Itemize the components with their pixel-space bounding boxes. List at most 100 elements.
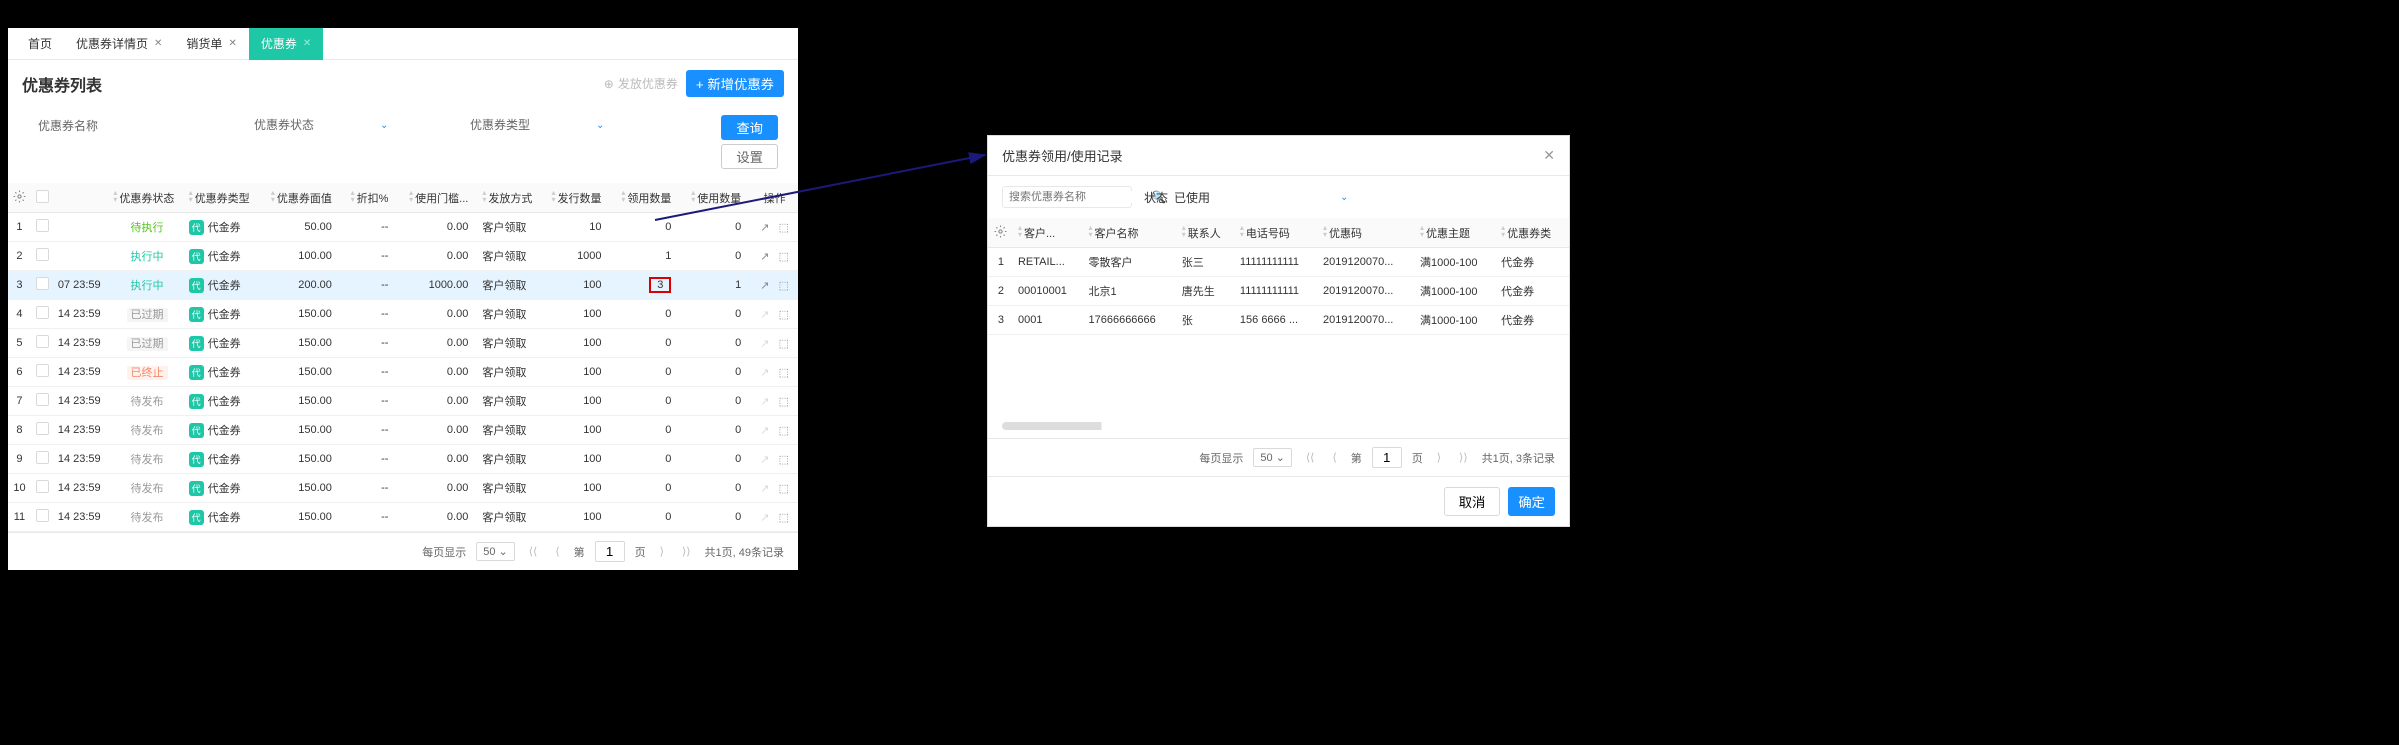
sort-icon[interactable]: ▴▾ — [621, 189, 625, 203]
share-icon[interactable]: ↗ — [760, 425, 769, 437]
share-icon[interactable]: ↗ — [760, 338, 769, 350]
page-prev-button[interactable]: ⟨ — [1328, 451, 1340, 464]
row-checkbox[interactable] — [36, 248, 49, 261]
row-checkbox[interactable] — [36, 335, 49, 348]
qrcode-icon[interactable]: ⬚ — [779, 396, 789, 408]
page-next-button[interactable]: ⟩ — [1433, 451, 1445, 464]
share-icon[interactable]: ↗ — [760, 483, 769, 495]
sort-icon[interactable]: ▴▾ — [1240, 224, 1244, 238]
table-row[interactable]: 1 RETAIL... 零散客户 张三 11111111111 20191200… — [988, 248, 1569, 277]
tab-home[interactable]: 首页 — [16, 28, 64, 60]
close-icon[interactable]: ✕ — [303, 38, 311, 49]
qrcode-icon[interactable]: ⬚ — [779, 309, 789, 321]
filter-name-input[interactable] — [104, 115, 224, 135]
table-row[interactable]: 6 14 23:59 已终止 代代金券 150.00 -- 0.00 客户领取 … — [8, 358, 798, 387]
row-checkbox[interactable] — [36, 393, 49, 406]
sort-icon[interactable]: ▴▾ — [691, 189, 695, 203]
page-last-button[interactable]: ⟩⟩ — [678, 545, 695, 558]
tab-coupon[interactable]: 优惠券✕ — [249, 28, 323, 60]
gear-icon[interactable] — [994, 225, 1007, 238]
page-prev-button[interactable]: ⟨ — [551, 545, 563, 558]
checkbox-all[interactable] — [36, 190, 49, 203]
qrcode-icon[interactable]: ⬚ — [779, 454, 789, 466]
row-checkbox[interactable] — [36, 422, 49, 435]
tab-sales[interactable]: 销货单✕ — [174, 28, 248, 60]
sort-icon[interactable]: ▴▾ — [482, 189, 486, 203]
setting-button[interactable]: 设置 — [721, 144, 778, 169]
row-checkbox[interactable] — [36, 451, 49, 464]
table-row[interactable]: 11 14 23:59 待发布 代代金券 150.00 -- 0.00 客户领取… — [8, 503, 798, 532]
qrcode-icon[interactable]: ⬚ — [779, 280, 789, 292]
row-checkbox[interactable] — [36, 219, 49, 232]
sort-icon[interactable]: ▴▾ — [552, 189, 556, 203]
row-checkbox[interactable] — [36, 364, 49, 377]
status-badge: 待发布 — [131, 425, 164, 437]
page-first-button[interactable]: ⟨⟨ — [525, 545, 542, 558]
row-checkbox[interactable] — [36, 277, 49, 290]
sort-icon[interactable]: ▴▾ — [1088, 224, 1092, 238]
qrcode-icon[interactable]: ⬚ — [779, 338, 789, 350]
share-icon[interactable]: ↗ — [760, 396, 769, 408]
sort-icon[interactable]: ▴▾ — [271, 189, 275, 203]
table-row[interactable]: 5 14 23:59 已过期 代代金券 150.00 -- 0.00 客户领取 … — [8, 329, 798, 358]
issue-coupon-button[interactable]: ⊕ 发放优惠券 — [604, 75, 678, 92]
close-icon[interactable]: ✕ — [154, 38, 162, 49]
share-icon[interactable]: ↗ — [760, 454, 769, 466]
table-row[interactable]: 8 14 23:59 待发布 代代金券 150.00 -- 0.00 客户领取 … — [8, 416, 798, 445]
qrcode-icon[interactable]: ⬚ — [779, 251, 789, 263]
add-coupon-button[interactable]: + 新增优惠券 — [686, 70, 784, 97]
sort-icon[interactable]: ▴▾ — [409, 189, 413, 203]
filter-type-select[interactable]: ⌄ — [536, 115, 656, 133]
search-input[interactable] — [1009, 191, 1151, 203]
status-select[interactable]: 已使用 — [1174, 189, 1274, 206]
close-icon[interactable]: ✕ — [1543, 147, 1555, 164]
qrcode-icon[interactable]: ⬚ — [779, 425, 789, 437]
sort-icon[interactable]: ▴▾ — [1501, 224, 1505, 238]
qrcode-icon[interactable]: ⬚ — [779, 512, 789, 524]
qrcode-icon[interactable]: ⬚ — [779, 483, 789, 495]
table-row[interactable]: 7 14 23:59 待发布 代代金券 150.00 -- 0.00 客户领取 … — [8, 387, 798, 416]
close-icon[interactable]: ✕ — [228, 38, 236, 49]
filter-status-select[interactable]: ⌄ — [320, 115, 440, 133]
sort-icon[interactable]: ▴▾ — [1182, 224, 1186, 238]
page-input[interactable] — [1372, 447, 1402, 468]
table-row[interactable]: 9 14 23:59 待发布 代代金券 150.00 -- 0.00 客户领取 … — [8, 445, 798, 474]
cancel-button[interactable]: 取消 — [1444, 487, 1501, 516]
table-row[interactable]: 3 07 23:59 执行中 代代金券 200.00 -- 1000.00 客户… — [8, 271, 798, 300]
ok-button[interactable]: 确定 — [1508, 487, 1555, 516]
per-page-select[interactable]: 50 ⌄ — [1253, 448, 1292, 467]
share-icon[interactable]: ↗ — [760, 309, 769, 321]
table-row[interactable]: 1 待执行 代代金券 50.00 -- 0.00 客户领取 10 0 0 ↗ ⬚ — [8, 213, 798, 242]
sort-icon[interactable]: ▴▾ — [113, 189, 117, 203]
page-next-button[interactable]: ⟩ — [656, 545, 668, 558]
share-icon[interactable]: ↗ — [760, 222, 769, 234]
share-icon[interactable]: ↗ — [760, 280, 769, 292]
table-row[interactable]: 4 14 23:59 已过期 代代金券 150.00 -- 0.00 客户领取 … — [8, 300, 798, 329]
per-page-select[interactable]: 50 ⌄ — [476, 542, 515, 561]
row-checkbox[interactable] — [36, 306, 49, 319]
table-row[interactable]: 3 0001 17666666666 张 156 6666 ... 201912… — [988, 306, 1569, 335]
gear-icon[interactable] — [13, 190, 26, 203]
table-row[interactable]: 2 00010001 北京1 唐先生 11111111111 201912007… — [988, 277, 1569, 306]
sort-icon[interactable]: ▴▾ — [1018, 224, 1022, 238]
share-icon[interactable]: ↗ — [760, 367, 769, 379]
query-button[interactable]: 查询 — [721, 115, 778, 140]
table-row[interactable]: 10 14 23:59 待发布 代代金券 150.00 -- 0.00 客户领取… — [8, 474, 798, 503]
row-checkbox[interactable] — [36, 480, 49, 493]
sort-icon[interactable]: ▴▾ — [351, 189, 355, 203]
table-row[interactable]: 2 执行中 代代金券 100.00 -- 0.00 客户领取 1000 1 0 … — [8, 242, 798, 271]
sort-icon[interactable]: ▴▾ — [1323, 224, 1327, 238]
sort-icon[interactable]: ▴▾ — [189, 189, 193, 203]
share-icon[interactable]: ↗ — [760, 251, 769, 263]
qrcode-icon[interactable]: ⬚ — [779, 367, 789, 379]
claim-link[interactable]: 3 — [649, 277, 671, 293]
page-input[interactable] — [595, 541, 625, 562]
qrcode-icon[interactable]: ⬚ — [779, 222, 789, 234]
sort-icon[interactable]: ▴▾ — [1420, 224, 1424, 238]
page-first-button[interactable]: ⟨⟨ — [1302, 451, 1319, 464]
page-last-button[interactable]: ⟩⟩ — [1455, 451, 1472, 464]
tab-detail[interactable]: 优惠券详情页✕ — [64, 28, 174, 60]
share-icon[interactable]: ↗ — [760, 512, 769, 524]
horizontal-scrollbar[interactable] — [1002, 422, 1555, 430]
row-checkbox[interactable] — [36, 509, 49, 522]
